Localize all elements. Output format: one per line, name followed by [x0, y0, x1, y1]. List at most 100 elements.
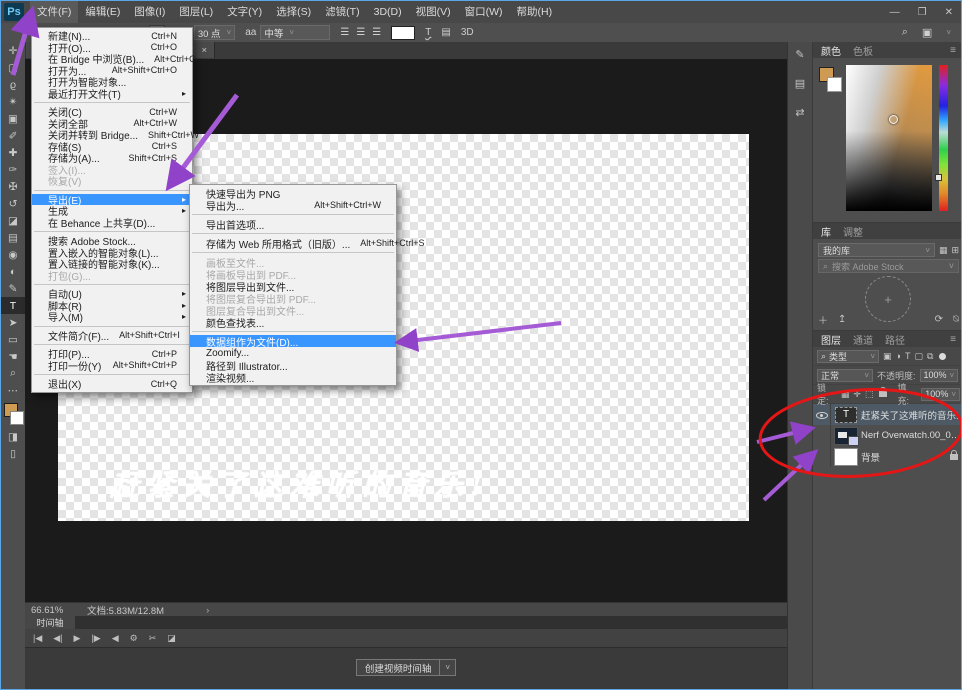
dock-brushes-panel-icon[interactable]: ▤ [795, 77, 805, 90]
timeline-settings-button[interactable]: ⚙ [130, 633, 138, 644]
filter-adjustment-layers-icon[interactable]: ◑ [896, 351, 901, 361]
hue-slider-thumb[interactable] [935, 174, 942, 181]
menubar-layer[interactable]: 图层(L) [172, 1, 220, 23]
lasso-tool[interactable]: ϱ [1, 76, 25, 93]
align-right-icon[interactable]: ☰ [372, 27, 381, 38]
play-button[interactable]: ▶ [74, 633, 81, 644]
menu-item[interactable]: 退出(X) Ctrl+Q [32, 378, 192, 390]
menubar-file[interactable]: 文件(F) [30, 1, 78, 23]
menu-item[interactable]: 最近打开文件(T) ▸ [32, 88, 192, 100]
workspace-icon[interactable]: ▣ [922, 26, 932, 39]
dock-properties-panel-icon[interactable]: ✎ [795, 48, 804, 61]
visibility-cell[interactable] [813, 404, 831, 425]
tab-adjustments[interactable]: 调整 [843, 224, 863, 239]
menubar-view[interactable]: 视图(V) [409, 1, 458, 23]
panel-menu-icon[interactable]: ≡ [950, 45, 956, 56]
filter-pixel-layers-icon[interactable]: ▣ [883, 351, 892, 362]
clone-stamp-tool[interactable]: ✠ [1, 178, 25, 195]
align-center-icon[interactable]: ☰ [356, 27, 365, 38]
create-video-timeline-button[interactable]: 创建视频时间轴 ˅ [356, 659, 456, 676]
crop-tool[interactable]: ▣ [1, 110, 25, 127]
tab-swatches[interactable]: 色板 [853, 43, 873, 58]
type-tool[interactable]: T [1, 297, 25, 314]
menubar-help[interactable]: 帮助(H) [510, 1, 560, 23]
menubar-edit[interactable]: 编辑(E) [78, 1, 127, 23]
visibility-cell-empty[interactable] [813, 425, 831, 446]
menubar-filter[interactable]: 滤镜(T) [318, 1, 366, 23]
tab-layers[interactable]: 图层 [821, 332, 841, 347]
color-picker-cursor[interactable] [889, 115, 898, 124]
minimize-button[interactable]: — [890, 7, 900, 18]
library-search-input[interactable]: ⌕ 搜索 Adobe Stock ˅ [818, 259, 959, 273]
eraser-tool[interactable]: ◪ [1, 212, 25, 229]
history-brush-tool[interactable]: ↺ [1, 195, 25, 212]
tab-channels[interactable]: 通道 [853, 332, 873, 347]
layer-name[interactable]: 背景 [861, 450, 944, 464]
restore-button[interactable]: ❐ [918, 7, 927, 18]
menu-item[interactable]: 文件简介(F)... Alt+Shift+Ctrl+I [32, 330, 192, 342]
menu-item[interactable]: 存储为 Web 所用格式（旧版）... Alt+Shift+Ctrl+S [190, 237, 396, 249]
menubar-image[interactable]: 图像(I) [127, 1, 172, 23]
first-frame-button[interactable]: |◀ [33, 633, 42, 644]
font-size-select[interactable]: 30 点˅ [194, 25, 235, 40]
search-icon[interactable]: ⌕ [902, 26, 908, 39]
sync-icon[interactable]: ⟳ [935, 314, 943, 325]
dock-sync-panel-icon[interactable]: ⇄ [795, 106, 804, 119]
menubar-3d[interactable]: 3D(D) [367, 1, 409, 23]
filter-toggle[interactable] [939, 353, 946, 360]
align-left-icon[interactable]: ☰ [340, 27, 349, 38]
hand-tool[interactable]: ☚ [1, 348, 25, 365]
grid-view-icon[interactable]: ▦ [939, 245, 948, 256]
menu-item[interactable]: 导出为... Alt+Shift+Ctrl+W [190, 199, 396, 211]
tab-paths[interactable]: 路径 [885, 332, 905, 347]
zoom-tool[interactable]: ⌕ [1, 365, 25, 382]
3d-button[interactable]: 3D [461, 27, 474, 38]
tab-close-icon[interactable]: × [201, 45, 207, 56]
layer-row-video[interactable]: Nerf Overwatch.00_00_2... [813, 425, 962, 446]
quick-selection-tool[interactable]: ✴ [1, 93, 25, 110]
menu-item[interactable]: 导入(M) ▸ [32, 311, 192, 323]
menubar-type[interactable]: 文字(Y) [220, 1, 269, 23]
video-layer-thumbnail[interactable] [835, 428, 857, 444]
trash-icon[interactable]: ⍉ [953, 314, 959, 325]
layer-name[interactable]: Nerf Overwatch.00_00_2... [861, 430, 962, 441]
warp-text-icon[interactable]: T [425, 27, 431, 38]
lock-transparency-icon[interactable]: ▦ [841, 389, 850, 400]
healing-brush-tool[interactable]: ✚ [1, 144, 25, 161]
menu-item[interactable]: 恢复(V) [32, 175, 192, 187]
layer-filter-select[interactable]: ⌕ 类型 ˅ [817, 350, 879, 363]
lock-all-icon[interactable] [879, 391, 887, 397]
visibility-cell-empty[interactable] [813, 446, 831, 467]
text-color-swatch[interactable] [391, 26, 415, 40]
canvas-text-layer[interactable]: 赶紧关了这难听的音乐! [110, 462, 490, 504]
split-clip-button[interactable]: ✂ [149, 633, 157, 644]
hue-slider[interactable] [939, 65, 948, 211]
path-selection-tool[interactable]: ➤ [1, 314, 25, 331]
export-menu-data-sets-as-files[interactable]: 数据组作为文件(D)... [190, 335, 396, 347]
layer-name[interactable]: 赶紧关了这难听的音乐! [861, 408, 962, 422]
tab-libraries[interactable]: 库 [821, 224, 831, 239]
background-color-swatch[interactable] [10, 411, 24, 425]
list-view-icon[interactable]: ⊞ [951, 245, 959, 256]
fill-field[interactable]: 100%˅ [921, 388, 960, 401]
saturation-brightness-field[interactable] [846, 65, 932, 211]
quick-mask-icon[interactable]: ◨ [1, 428, 25, 445]
panel-menu-icon[interactable]: ≡ [950, 334, 956, 345]
library-select[interactable]: 我的库 ˅ [818, 243, 935, 257]
toggle-panels-icon[interactable]: ▤ [441, 27, 450, 38]
brush-tool[interactable]: ✑ [1, 161, 25, 178]
pen-tool[interactable]: ✎ [1, 280, 25, 297]
transition-button[interactable]: ◪ [167, 633, 176, 644]
filter-smart-object-icon[interactable]: ⧉ [927, 351, 933, 362]
blur-tool[interactable]: ◉ [1, 246, 25, 263]
menubar-window[interactable]: 窗口(W) [458, 1, 510, 23]
close-button[interactable]: ✕ [945, 7, 953, 18]
add-content-icon[interactable]: ＋ [818, 312, 828, 327]
text-layer-thumbnail[interactable]: T [835, 407, 857, 423]
marquee-tool[interactable]: ▢ [1, 59, 25, 76]
menu-item[interactable]: 在 Behance 上共享(D)... [32, 217, 192, 229]
filter-shape-layers-icon[interactable]: ▢ [914, 351, 923, 362]
tab-color[interactable]: 颜色 [821, 43, 841, 58]
next-frame-button[interactable]: |▶ [91, 633, 100, 644]
move-tool[interactable]: ✛ [1, 42, 25, 59]
